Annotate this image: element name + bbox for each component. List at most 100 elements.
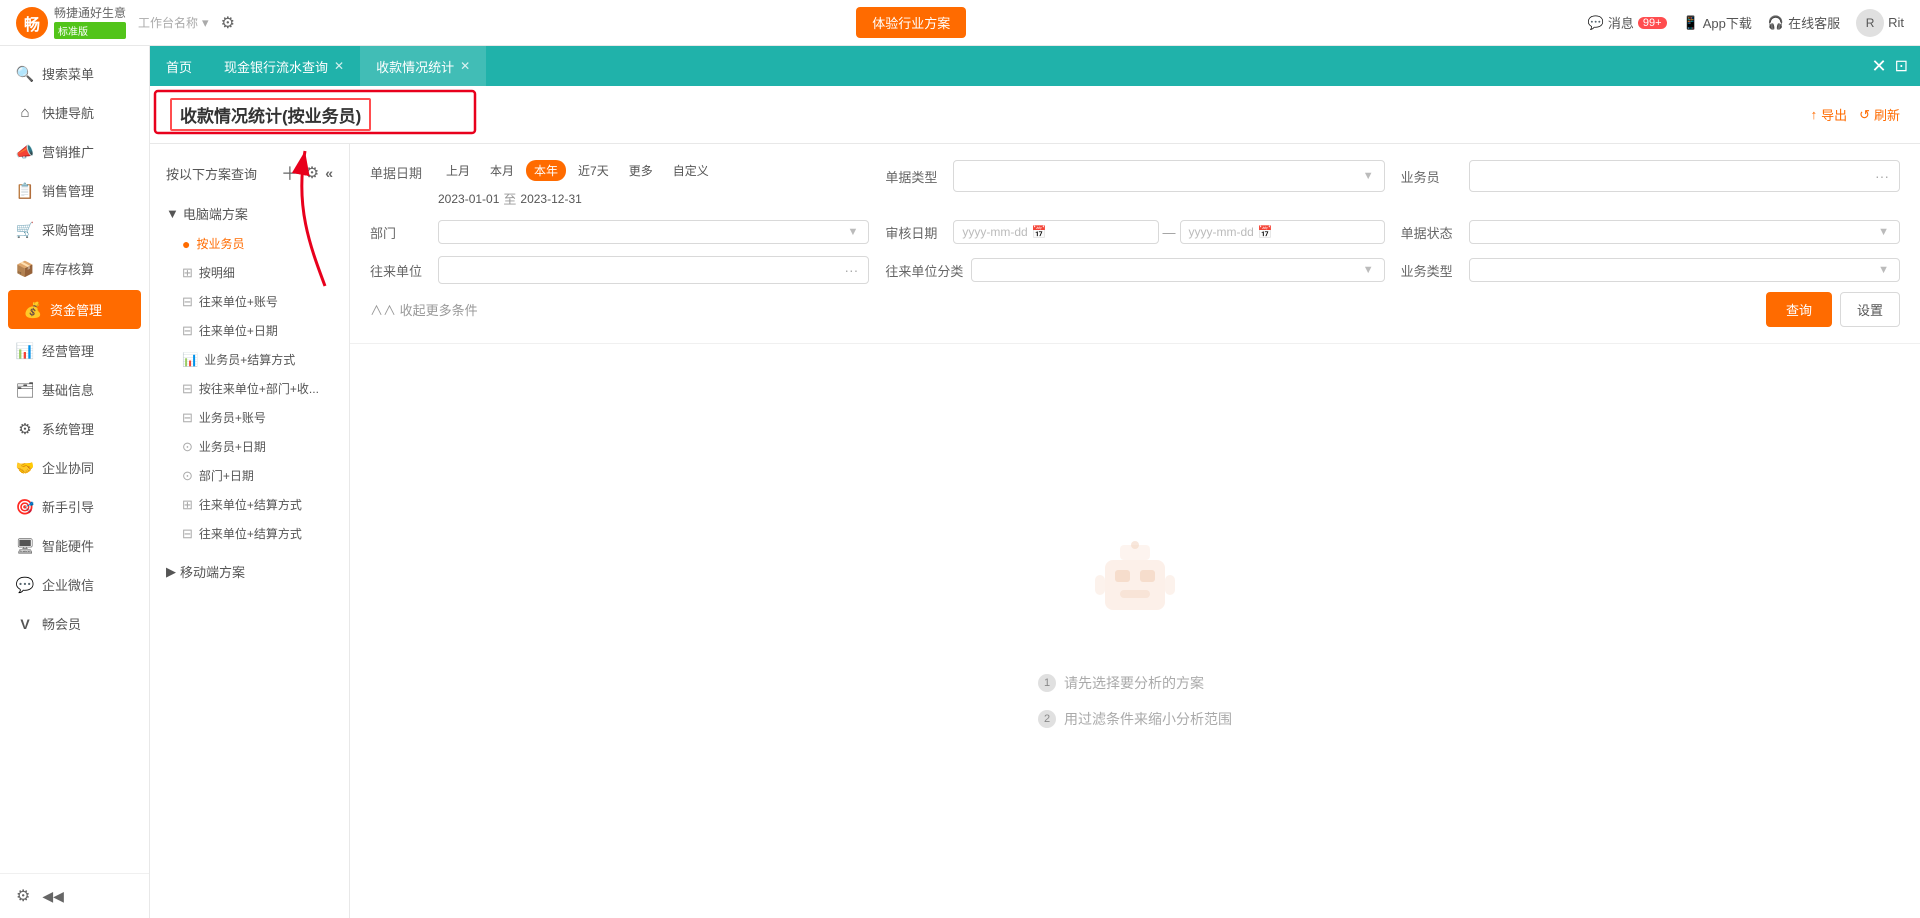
sidebar-item-quick-nav[interactable]: ⌂ 快捷导航 [0, 93, 149, 132]
counterpart-class-label: 往来单位分类 [885, 261, 963, 280]
dept-filter: 部门 ▼ [370, 220, 869, 244]
sidebar-item-marketing[interactable]: 📣 营销推广 [0, 132, 149, 171]
sidebar-item-enterprise[interactable]: 🤝 企业协同 [0, 448, 149, 487]
scheme-by-detail[interactable]: ⊞ 按明细 [150, 258, 349, 287]
app-download-button[interactable]: 📱 App下载 [1683, 13, 1752, 32]
system-label: 系统管理 [42, 419, 94, 438]
breadcrumb-arrow: ▾ [202, 15, 209, 31]
trial-button[interactable]: 体验行业方案 [856, 7, 966, 38]
dept-date-icon: ⊙ [182, 468, 193, 484]
top-gear-icon[interactable]: ⚙ [221, 13, 235, 33]
unit-settle2-icon: ⊟ [182, 526, 193, 542]
counterpart-more-icon[interactable]: ··· [844, 262, 858, 278]
refresh-button[interactable]: ↺ 刷新 [1859, 105, 1900, 124]
sidebar-item-purchase[interactable]: 🛒 采购管理 [0, 210, 149, 249]
by-staff-label: 按业务员 [196, 235, 244, 252]
sidebar-item-wechat[interactable]: 💬 企业微信 [0, 565, 149, 604]
purchase-label: 采购管理 [42, 220, 94, 239]
collapse-label: 收起更多条件 [400, 303, 478, 318]
filter-footer: ∧∧ 收起更多条件 查询 设置 [370, 292, 1900, 327]
desktop-scheme-group[interactable]: ▼ 电脑端方案 [150, 198, 349, 229]
tip-text-1: 请先选择要分析的方案 [1064, 669, 1204, 697]
empty-tips: 1 请先选择要分析的方案 2 用过滤条件来缩小分析范围 [1038, 669, 1232, 733]
date-btn-custom[interactable]: 自定义 [665, 160, 717, 181]
tab-collection[interactable]: 收款情况统计 ✕ [360, 46, 486, 86]
capital-label: 资金管理 [50, 300, 102, 319]
scheme-by-staff[interactable]: ● 按业务员 [150, 229, 349, 258]
date-quick-buttons: 上月 本月 本年 近7天 更多 自定义 [438, 160, 717, 181]
mobile-scheme-group[interactable]: ▶ 移动端方案 [150, 556, 349, 587]
counterpart-class-chevron: ▼ [1363, 264, 1374, 276]
user-avatar[interactable]: R Rit [1856, 9, 1904, 37]
filter-row-3: 往来单位 ··· 往来单位分类 ▼ [370, 256, 1900, 284]
doc-type-input[interactable]: ▼ [953, 160, 1384, 192]
settings-button[interactable]: 设置 [1840, 292, 1900, 327]
tab-bank[interactable]: 现金银行流水查询 ✕ [208, 46, 360, 86]
dept-input[interactable]: ▼ [438, 220, 869, 244]
tab-bank-label: 现金银行流水查询 [224, 57, 328, 76]
date-btn-more[interactable]: 更多 [621, 160, 661, 181]
tab-restore-icon[interactable]: ⊡ [1895, 56, 1908, 76]
biz-type-input[interactable]: ▼ [1469, 258, 1900, 282]
calendar-from-icon: 📅 [1032, 225, 1047, 239]
tab-close-all-icon[interactable]: ✕ [1872, 56, 1887, 77]
audit-date-filter: 审核日期 yyyy-mm-dd 📅 — yyyy-mm-dd 📅 [885, 220, 1384, 244]
wechat-icon: 💬 [16, 576, 34, 594]
scheme-dept-date[interactable]: ⊙ 部门+日期 [150, 461, 349, 490]
sidebar-collapse-icon[interactable]: ◀◀ [42, 888, 64, 905]
sidebar-item-member[interactable]: V 畅会员 [0, 604, 149, 643]
sidebar-item-guide[interactable]: 🎯 新手引导 [0, 487, 149, 526]
sidebar-item-search-menu[interactable]: 🔍 搜索菜单 [0, 54, 149, 93]
right-panel: 单据日期 上月 本月 本年 近7天 更多 自定义 [350, 144, 1920, 918]
sidebar-item-capital[interactable]: 💰 资金管理 [8, 290, 141, 329]
sidebar-item-sales[interactable]: 📋 销售管理 [0, 171, 149, 210]
counterpart-class-input[interactable]: ▼ [971, 258, 1384, 282]
date-btn-this-year[interactable]: 本年 [526, 160, 566, 181]
audit-date-to-input[interactable]: yyyy-mm-dd 📅 [1180, 220, 1385, 244]
scheme-unit-date[interactable]: ⊟ 往来单位+日期 [150, 316, 349, 345]
scheme-staff-settle[interactable]: 📊 业务员+结算方式 [150, 345, 349, 374]
sidebar-item-operations[interactable]: 📊 经营管理 [0, 331, 149, 370]
scheme-unit-dept-recv[interactable]: ⊟ 按往来单位+部门+收... [150, 374, 349, 403]
basics-label: 基础信息 [42, 380, 94, 399]
messages-button[interactable]: 💬 消息 99+ [1588, 13, 1667, 32]
scheme-settings-icon[interactable]: ⚙ [305, 163, 319, 183]
date-btn-this-month[interactable]: 本月 [482, 160, 522, 181]
tab-bank-close[interactable]: ✕ [334, 59, 344, 73]
filter-row-1: 单据日期 上月 本月 本年 近7天 更多 自定义 [370, 160, 1900, 208]
avatar: R [1856, 9, 1884, 37]
collapse-panel-icon[interactable]: « [325, 165, 333, 181]
scheme-staff-account[interactable]: ⊟ 业务员+账号 [150, 403, 349, 432]
by-detail-label: 按明细 [199, 264, 235, 281]
scheme-staff-date[interactable]: ⊙ 业务员+日期 [150, 432, 349, 461]
staff-more-icon[interactable]: ··· [1875, 168, 1889, 184]
collapse-more-button[interactable]: ∧∧ 收起更多条件 [370, 300, 478, 319]
date-btn-7days[interactable]: 近7天 [570, 160, 617, 181]
sidebar-item-system[interactable]: ⚙ 系统管理 [0, 409, 149, 448]
counterpart-filter: 往来单位 ··· [370, 256, 869, 284]
sidebar-bottom: ⚙ ◀◀ [0, 873, 149, 918]
sidebar-settings-icon[interactable]: ⚙ [16, 886, 30, 906]
sidebar-item-hardware[interactable]: 🖥 智能硬件 [0, 526, 149, 565]
staff-input[interactable]: ··· [1469, 160, 1900, 192]
staff-settle-label: 业务员+结算方式 [204, 351, 295, 368]
tab-collection-close[interactable]: ✕ [460, 59, 470, 73]
tab-home[interactable]: 首页 [150, 46, 208, 86]
date-btn-last-month[interactable]: 上月 [438, 160, 478, 181]
member-label: 畅会员 [42, 614, 81, 633]
online-service-label: 在线客服 [1788, 13, 1840, 32]
audit-date-from-input[interactable]: yyyy-mm-dd 📅 [953, 220, 1158, 244]
scheme-unit-settle1[interactable]: ⊞ 往来单位+结算方式 [150, 490, 349, 519]
sidebar-item-basics[interactable]: 🗂 基础信息 [0, 370, 149, 409]
query-button[interactable]: 查询 [1766, 292, 1832, 327]
logo-area: 畅 畅捷通好生意 标准版 [16, 6, 126, 39]
export-button[interactable]: ↑ 导出 [1811, 105, 1848, 124]
scheme-unit-settle2[interactable]: ⊟ 往来单位+结算方式 [150, 519, 349, 548]
doc-status-input[interactable]: ▼ [1469, 220, 1900, 244]
add-scheme-icon[interactable]: ＋ [281, 160, 299, 186]
staff-filter: 业务员 ··· [1401, 160, 1900, 192]
online-service-button[interactable]: 🎧 在线客服 [1768, 13, 1840, 32]
counterpart-input[interactable]: ··· [438, 256, 869, 284]
scheme-unit-account[interactable]: ⊟ 往来单位+账号 [150, 287, 349, 316]
sidebar-item-inventory[interactable]: 📦 库存核算 [0, 249, 149, 288]
